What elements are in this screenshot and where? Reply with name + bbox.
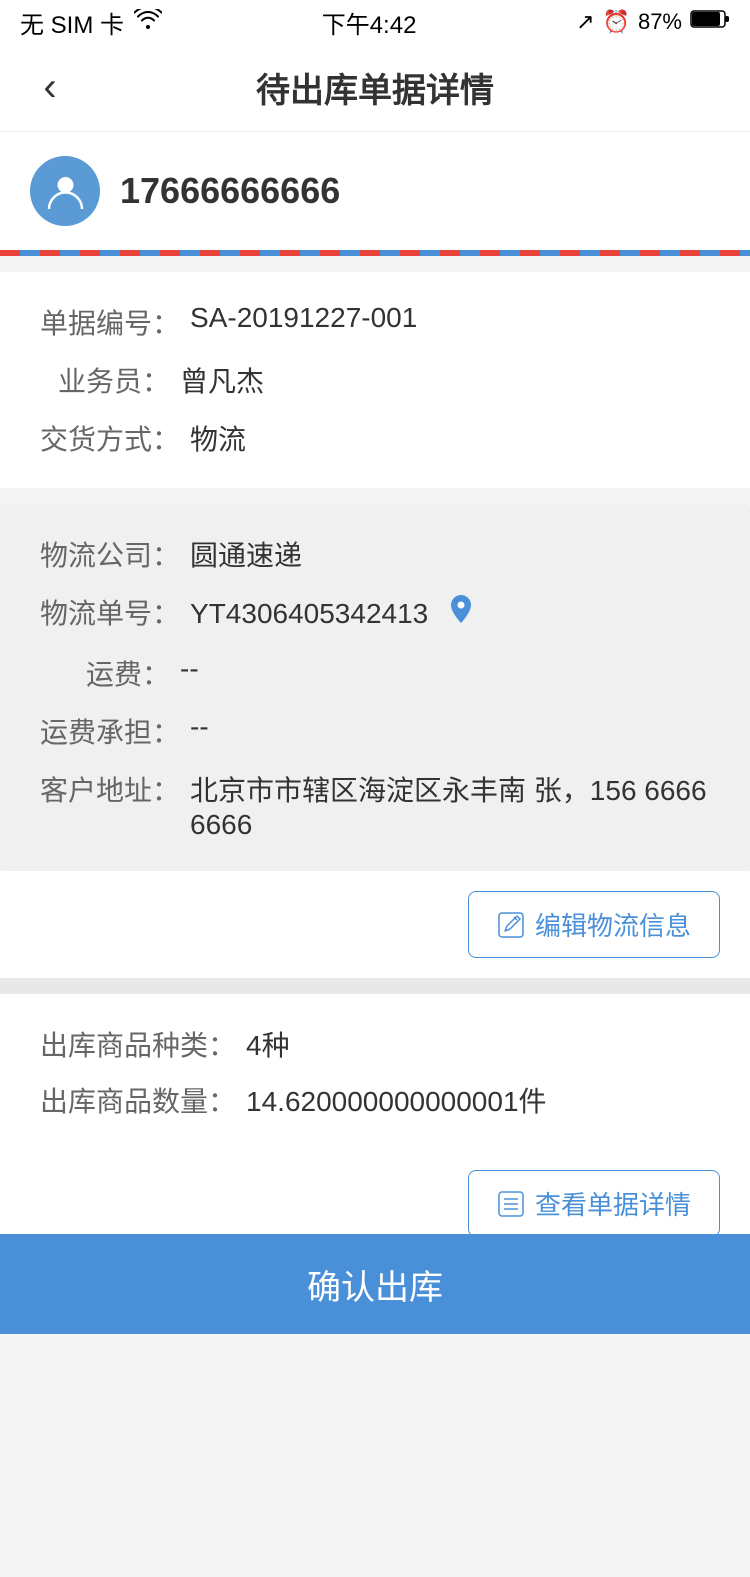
logistics-company-row: 物流公司： 圆通速递 [40,534,710,574]
logistics-section: 物流公司： 圆通速递 物流单号： YT4306405342413 运费： -- … [0,504,750,871]
tracking-no-row: 物流单号： YT4306405342413 [40,592,710,635]
freight-row: 运费： -- [40,653,710,693]
logistics-company-label: 物流公司： [40,534,180,574]
battery-icon [690,9,730,35]
status-bar: 无 SIM 卡 下午4:42 ↗ ⏰ 87% [0,0,750,44]
product-qty-row: 出库商品数量： 14.620000000000001件 [40,1080,710,1120]
product-qty-value: 14.620000000000001件 [246,1080,547,1120]
status-right: ↗ ⏰ 87% [576,9,730,35]
freight-bear-value: -- [190,711,710,743]
separator-1 [0,978,750,994]
address-value: 北京市市辖区海淀区永丰南 张，156 6666 6666 [190,769,710,841]
carrier-label: 无 SIM 卡 [20,5,124,40]
delivery-method-row: 交货方式： 物流 [40,418,710,458]
address-row: 客户地址： 北京市市辖区海淀区永丰南 张，156 6666 6666 [40,769,710,841]
freight-label: 运费： [40,653,170,693]
view-detail-button[interactable]: 查看单据详情 [468,1170,720,1237]
address-label: 客户地址： [40,769,180,809]
delivery-method-label: 交货方式： [40,418,180,458]
page-title: 待出库单据详情 [256,63,494,112]
edit-logistics-button[interactable]: 编辑物流信息 [468,891,720,958]
logistics-company-value: 圆通速递 [190,534,710,574]
product-type-row: 出库商品种类： 4种 [40,1024,710,1064]
freight-bear-label: 运费承担： [40,711,180,751]
document-no-value: SA-20191227-001 [190,302,710,334]
product-type-value: 4种 [246,1024,290,1064]
product-section: 出库商品种类： 4种 出库商品数量： 14.620000000000001件 [0,994,750,1150]
edit-logistics-btn-row: 编辑物流信息 [0,871,750,978]
basic-info-section: 单据编号： SA-20191227-001 业务员： 曾凡杰 交货方式： 物流 [0,272,750,488]
salesperson-value: 曾凡杰 [180,360,710,400]
dashed-divider [0,250,750,256]
document-no-row: 单据编号： SA-20191227-001 [40,302,710,342]
customer-section: 17666666666 [0,132,750,250]
wifi-icon [134,8,162,36]
freight-bear-row: 运费承担： -- [40,711,710,751]
battery-label: 87% [638,9,682,35]
view-detail-label: 查看单据详情 [535,1185,691,1222]
tracking-row-inner: YT4306405342413 [180,592,478,635]
tracking-no-label: 物流单号： [40,592,180,632]
freight-value: -- [180,653,710,685]
salesperson-row: 业务员： 曾凡杰 [40,360,710,400]
tracking-no-value: YT4306405342413 [190,598,428,630]
avatar [30,156,100,226]
edit-logistics-label: 编辑物流信息 [535,906,691,943]
product-type-label: 出库商品种类： [40,1024,236,1064]
document-no-label: 单据编号： [40,302,180,342]
nav-bar: ‹ 待出库单据详情 [0,44,750,132]
location-pin-icon[interactable] [444,592,478,635]
salesperson-label: 业务员： [40,360,170,400]
confirm-bar: 确认出库 [0,1234,750,1334]
product-qty-label: 出库商品数量： [40,1080,236,1120]
confirm-button[interactable]: 确认出库 [307,1260,443,1309]
customer-phone: 17666666666 [120,170,340,212]
back-button[interactable]: ‹ [20,58,80,118]
status-left: 无 SIM 卡 [20,5,162,40]
location-icon: ↗ [576,9,594,35]
status-time: 下午4:42 [322,5,417,40]
delivery-method-value: 物流 [190,418,710,458]
alarm-icon: ⏰ [603,9,630,35]
